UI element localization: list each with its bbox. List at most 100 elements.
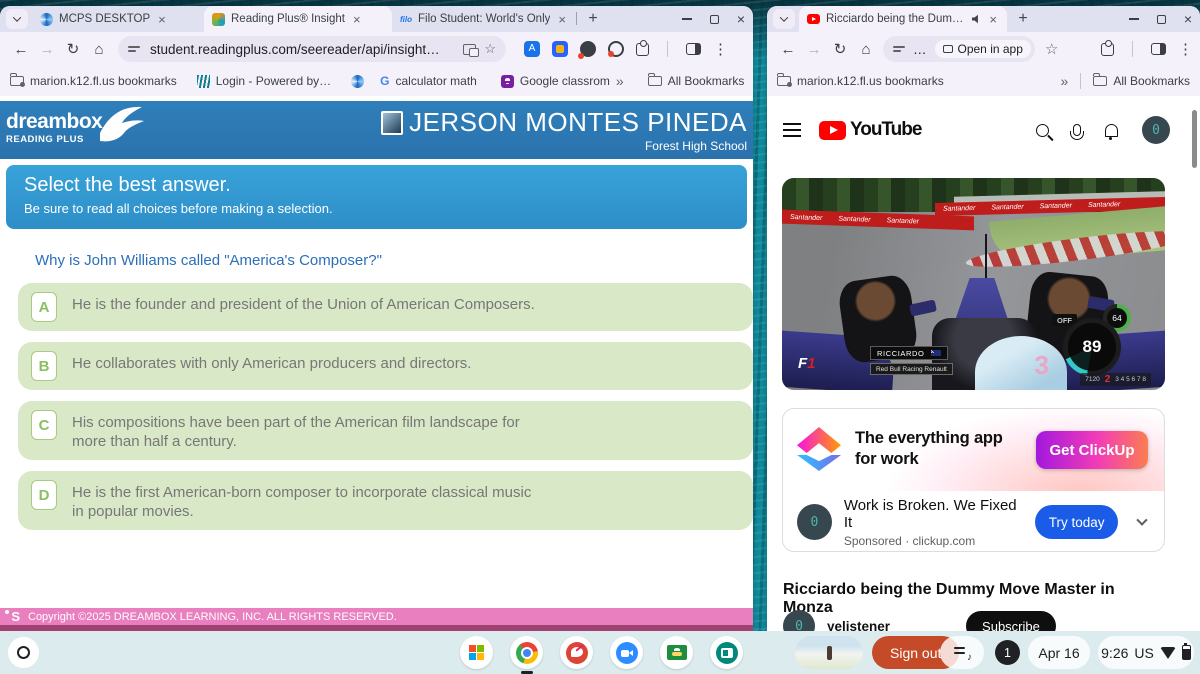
minimize-button[interactable] (681, 18, 692, 20)
maximize-button[interactable] (709, 14, 719, 24)
new-tab-button[interactable]: + (581, 7, 605, 31)
bookmarks-overflow-icon[interactable]: » (616, 73, 624, 89)
browser-window-left: MCPS DESKTOP × Reading Plus® Insight × f… (0, 6, 753, 631)
bookmarks-overflow-icon[interactable]: » (1061, 73, 1069, 89)
site-info-icon[interactable] (893, 42, 905, 56)
mic-icon[interactable] (1070, 124, 1084, 140)
bookmark-managed-folder[interactable]: marion.k12.fl.us bookmarks (10, 73, 177, 88)
tab-mcps-desktop[interactable]: MCPS DESKTOP × (32, 6, 204, 32)
maximize-button[interactable] (1156, 14, 1166, 24)
home-button[interactable]: ⌂ (86, 41, 112, 58)
tab-audio-icon[interactable] (971, 14, 978, 24)
tab-close-icon[interactable]: × (351, 13, 363, 26)
bookmark-managed-folder[interactable]: marion.k12.fl.us bookmarks (777, 73, 944, 88)
channel-avatar[interactable]: 0 (783, 610, 815, 631)
menu-icon[interactable] (783, 123, 801, 137)
video-player[interactable]: Santander Santander Santander Santander San… (782, 178, 1165, 390)
mirror-left (909, 299, 937, 317)
back-button[interactable]: ← (8, 41, 34, 58)
ad-title[interactable]: Work is Broken. We Fixed It (844, 497, 1023, 531)
car-antenna (985, 234, 987, 282)
advertiser-avatar[interactable]: 0 (797, 504, 832, 540)
tab-title: Reading Plus® Insight (231, 13, 345, 25)
scrollbar-thumb[interactable] (1192, 110, 1197, 168)
tab-close-icon[interactable]: × (156, 13, 168, 26)
forward-button[interactable]: → (34, 41, 60, 58)
back-button[interactable]: ← (775, 41, 801, 58)
tab-reading-plus[interactable]: Reading Plus® Insight × (204, 6, 392, 32)
address-bar[interactable]: student.readingplus.com/seereader/api/in… (118, 36, 506, 62)
translate-extension-icon[interactable]: A (524, 41, 540, 57)
window-preview-thumbnail[interactable] (795, 636, 863, 669)
lock-extension-icon[interactable] (552, 41, 568, 57)
shelf-app-news[interactable] (710, 636, 743, 669)
tab-search-button[interactable] (6, 9, 28, 29)
adblock-extension-icon[interactable] (578, 41, 596, 59)
subscribe-button[interactable]: Subscribe (966, 611, 1056, 631)
site-info-icon[interactable] (128, 42, 142, 56)
shelf-app-chrome[interactable] (510, 636, 543, 669)
answer-option-c[interactable]: C His compositions have been part of the… (18, 401, 753, 461)
bookmark-classroom[interactable]: Google classrom (500, 74, 610, 88)
translate-icon[interactable] (463, 43, 480, 57)
bookmark-login[interactable]: Login - Powered by… (196, 74, 332, 88)
tab-close-icon[interactable]: × (987, 13, 999, 26)
shelf-app-classroom[interactable] (660, 636, 693, 669)
close-window-button[interactable]: × (1184, 12, 1192, 26)
search-icon[interactable] (1036, 123, 1049, 137)
open-in-app-chip[interactable]: Open in app (934, 40, 1031, 58)
all-bookmarks-button[interactable]: All Bookmarks (1093, 73, 1190, 88)
minimize-button[interactable] (1128, 18, 1139, 20)
shelf-app-zoom[interactable] (610, 636, 643, 669)
profile-avatar[interactable]: 0 (1142, 116, 1170, 144)
notification-counter[interactable]: 1 (995, 640, 1020, 665)
close-window-button[interactable]: × (737, 12, 745, 26)
bookmark-label: Login - Powered by… (215, 74, 332, 88)
extensions-icon[interactable] (1101, 39, 1114, 56)
shelf-app-canvas[interactable] (560, 636, 593, 669)
browser-menu-icon[interactable]: ⋮ (713, 40, 728, 58)
tab-search-button[interactable] (773, 9, 795, 29)
bookmark-star-icon[interactable]: ☆ (1045, 40, 1058, 58)
extensions-icon[interactable] (636, 39, 649, 56)
notifications-icon[interactable] (1105, 123, 1118, 140)
forward-button[interactable]: → (801, 41, 827, 58)
option-letter: B (31, 351, 57, 381)
tab-strip: Ricciardo being the Dummy × + × (767, 6, 1200, 32)
tab-close-icon[interactable]: × (556, 13, 568, 26)
bookmarks-divider (1080, 73, 1082, 89)
all-bookmarks-button[interactable]: All Bookmarks (647, 73, 744, 88)
new-tab-button[interactable]: + (1011, 7, 1035, 31)
home-button[interactable]: ⌂ (853, 41, 879, 58)
shelf-app-microsoft[interactable] (460, 636, 493, 669)
date-pill[interactable]: Apr 16 (1028, 636, 1090, 669)
browser-menu-icon[interactable]: ⋮ (1178, 40, 1193, 58)
answer-option-b[interactable]: B He collaborates with only American pro… (18, 342, 753, 390)
bookmark-site-icon[interactable] (351, 74, 365, 88)
get-clickup-button[interactable]: Get ClickUp (1036, 431, 1148, 469)
bookmark-star-icon[interactable]: ☆ (484, 41, 496, 57)
side-panel-icon[interactable] (1151, 43, 1166, 55)
try-today-button[interactable]: Try today (1035, 505, 1119, 539)
tab-youtube[interactable]: Ricciardo being the Dummy × (799, 6, 1007, 32)
ad-banner[interactable]: The everything app for work Get ClickUp (783, 409, 1164, 491)
answer-option-d[interactable]: D He is the first American-born composer… (18, 471, 753, 531)
answer-option-a[interactable]: A He is the founder and president of the… (18, 283, 753, 331)
side-panel-icon[interactable] (686, 43, 701, 55)
address-bar[interactable]: … Open in app (883, 36, 1035, 62)
bookmarks-bar: marion.k12.fl.us bookmarks » All Bookmar… (767, 66, 1200, 96)
channel-name[interactable]: yelistener (827, 619, 890, 632)
preview-figure (826, 645, 832, 660)
reload-button[interactable]: ↻ (827, 40, 853, 58)
status-tray[interactable]: 9:26 US (1098, 636, 1194, 669)
youtube-logo[interactable]: YouTube (819, 119, 922, 141)
reload-button[interactable]: ↻ (60, 40, 86, 58)
launcher-button[interactable] (8, 637, 39, 668)
bookmark-label: calculator math (395, 74, 477, 88)
folder-icon (647, 73, 662, 86)
target-extension-icon[interactable] (608, 41, 624, 57)
tab-filo-student[interactable]: filo Filo Student: World's Only × (392, 6, 576, 32)
bookmark-calculator[interactable]: G calculator math (380, 74, 477, 88)
media-queue-button[interactable] (940, 636, 984, 669)
ad-menu-chevron-icon[interactable] (1136, 514, 1148, 526)
